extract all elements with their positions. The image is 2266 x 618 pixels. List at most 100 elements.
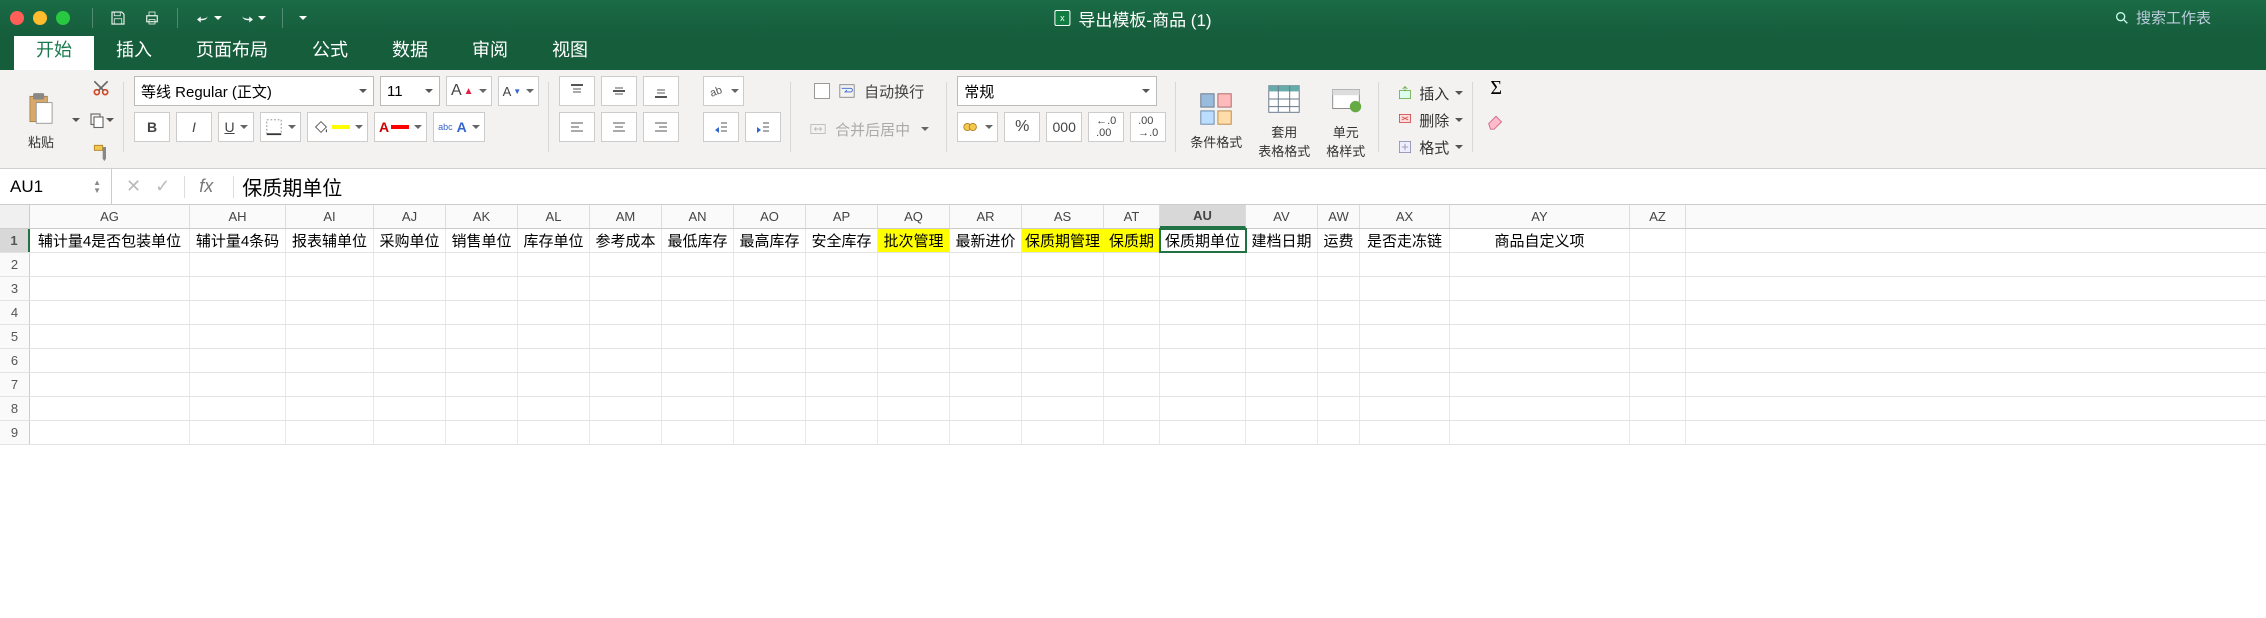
- cell-AJ9[interactable]: [374, 421, 446, 444]
- cell-AT7[interactable]: [1104, 373, 1160, 396]
- close-window-button[interactable]: [10, 11, 24, 25]
- cell-AU1[interactable]: 保质期单位: [1160, 229, 1246, 252]
- cell-AJ4[interactable]: [374, 301, 446, 324]
- cell-AV3[interactable]: [1246, 277, 1318, 300]
- cell-AV7[interactable]: [1246, 373, 1318, 396]
- cell-AX1[interactable]: 是否走冻链: [1360, 229, 1450, 252]
- cell-AT2[interactable]: [1104, 253, 1160, 276]
- cell-AU6[interactable]: [1160, 349, 1246, 372]
- col-header-AH[interactable]: AH: [190, 205, 286, 228]
- cell-AL3[interactable]: [518, 277, 590, 300]
- cell-AU8[interactable]: [1160, 397, 1246, 420]
- cell-AV1[interactable]: 建档日期: [1246, 229, 1318, 252]
- cell-AS8[interactable]: [1022, 397, 1104, 420]
- cell-AX4[interactable]: [1360, 301, 1450, 324]
- cell-AL8[interactable]: [518, 397, 590, 420]
- row-header-9[interactable]: 9: [0, 421, 30, 444]
- cell-AO3[interactable]: [734, 277, 806, 300]
- cell-AT1[interactable]: 保质期: [1104, 229, 1160, 252]
- formula-input[interactable]: 保质期单位: [234, 172, 2266, 201]
- underline-button[interactable]: U: [218, 112, 254, 142]
- insert-cells-button[interactable]: 插入: [1397, 83, 1463, 104]
- cell-AP2[interactable]: [806, 253, 878, 276]
- cell-AJ2[interactable]: [374, 253, 446, 276]
- phonetic-button[interactable]: abcA: [433, 112, 485, 142]
- cell-AV2[interactable]: [1246, 253, 1318, 276]
- merge-center-button[interactable]: 合并后居中: [801, 114, 937, 144]
- cell-AT6[interactable]: [1104, 349, 1160, 372]
- align-left-button[interactable]: [559, 112, 595, 142]
- cell-AT4[interactable]: [1104, 301, 1160, 324]
- cell-AV5[interactable]: [1246, 325, 1318, 348]
- font-name-combo[interactable]: 等线 Regular (正文): [134, 76, 374, 106]
- cell-AS1[interactable]: 保质期管理: [1022, 229, 1104, 252]
- cell-AP7[interactable]: [806, 373, 878, 396]
- col-header-AU[interactable]: AU: [1160, 205, 1246, 228]
- cell-AT3[interactable]: [1104, 277, 1160, 300]
- cell-AQ8[interactable]: [878, 397, 950, 420]
- clear-button[interactable]: [1483, 108, 1509, 132]
- autosum-button[interactable]: Σ: [1483, 76, 1509, 100]
- minimize-window-button[interactable]: [33, 11, 47, 25]
- cell-AL2[interactable]: [518, 253, 590, 276]
- cell-AW6[interactable]: [1318, 349, 1360, 372]
- cell-AZ3[interactable]: [1630, 277, 1686, 300]
- cell-AS3[interactable]: [1022, 277, 1104, 300]
- cell-AR8[interactable]: [950, 397, 1022, 420]
- cell-AI5[interactable]: [286, 325, 374, 348]
- cell-AJ5[interactable]: [374, 325, 446, 348]
- row-header-8[interactable]: 8: [0, 397, 30, 420]
- save-button[interactable]: [109, 9, 127, 27]
- increase-decimal-button[interactable]: ←.0.00: [1088, 112, 1124, 142]
- decrease-decimal-button[interactable]: .00→.0: [1130, 112, 1166, 142]
- cell-AY5[interactable]: [1450, 325, 1630, 348]
- cell-AT5[interactable]: [1104, 325, 1160, 348]
- cell-AO1[interactable]: 最高库存: [734, 229, 806, 252]
- cell-AJ7[interactable]: [374, 373, 446, 396]
- cell-AZ2[interactable]: [1630, 253, 1686, 276]
- comma-button[interactable]: 000: [1046, 112, 1082, 142]
- cell-AR1[interactable]: 最新进价: [950, 229, 1022, 252]
- cell-AG9[interactable]: [30, 421, 190, 444]
- redo-button[interactable]: [238, 9, 266, 27]
- row-header-6[interactable]: 6: [0, 349, 30, 372]
- cell-AN8[interactable]: [662, 397, 734, 420]
- col-header-AG[interactable]: AG: [30, 205, 190, 228]
- cell-AW2[interactable]: [1318, 253, 1360, 276]
- cell-AI4[interactable]: [286, 301, 374, 324]
- cell-AU2[interactable]: [1160, 253, 1246, 276]
- cell-AI3[interactable]: [286, 277, 374, 300]
- cell-AW1[interactable]: 运费: [1318, 229, 1360, 252]
- cell-AJ1[interactable]: 采购单位: [374, 229, 446, 252]
- cell-AS2[interactable]: [1022, 253, 1104, 276]
- cell-AX3[interactable]: [1360, 277, 1450, 300]
- cell-AH7[interactable]: [190, 373, 286, 396]
- col-header-AP[interactable]: AP: [806, 205, 878, 228]
- cell-AY4[interactable]: [1450, 301, 1630, 324]
- cell-AH8[interactable]: [190, 397, 286, 420]
- row-header-1[interactable]: 1: [0, 229, 30, 252]
- cell-AU7[interactable]: [1160, 373, 1246, 396]
- cell-AU4[interactable]: [1160, 301, 1246, 324]
- cell-AZ5[interactable]: [1630, 325, 1686, 348]
- cell-AK2[interactable]: [446, 253, 518, 276]
- cell-AQ3[interactable]: [878, 277, 950, 300]
- row-header-3[interactable]: 3: [0, 277, 30, 300]
- cell-AX2[interactable]: [1360, 253, 1450, 276]
- col-header-AW[interactable]: AW: [1318, 205, 1360, 228]
- copy-button[interactable]: [88, 108, 114, 132]
- increase-indent-button[interactable]: [745, 112, 781, 142]
- cell-AS4[interactable]: [1022, 301, 1104, 324]
- cell-AI2[interactable]: [286, 253, 374, 276]
- cell-AG3[interactable]: [30, 277, 190, 300]
- cell-AQ2[interactable]: [878, 253, 950, 276]
- name-box[interactable]: AU1 ▲▼: [0, 169, 112, 204]
- cell-AW8[interactable]: [1318, 397, 1360, 420]
- search-box[interactable]: [2114, 10, 2256, 27]
- spreadsheet-grid[interactable]: AGAHAIAJAKALAMANAOAPAQARASATAUAVAWAXAYAZ…: [0, 205, 2266, 445]
- cell-AG7[interactable]: [30, 373, 190, 396]
- cell-AV6[interactable]: [1246, 349, 1318, 372]
- cell-AW3[interactable]: [1318, 277, 1360, 300]
- cell-AS7[interactable]: [1022, 373, 1104, 396]
- cell-AM4[interactable]: [590, 301, 662, 324]
